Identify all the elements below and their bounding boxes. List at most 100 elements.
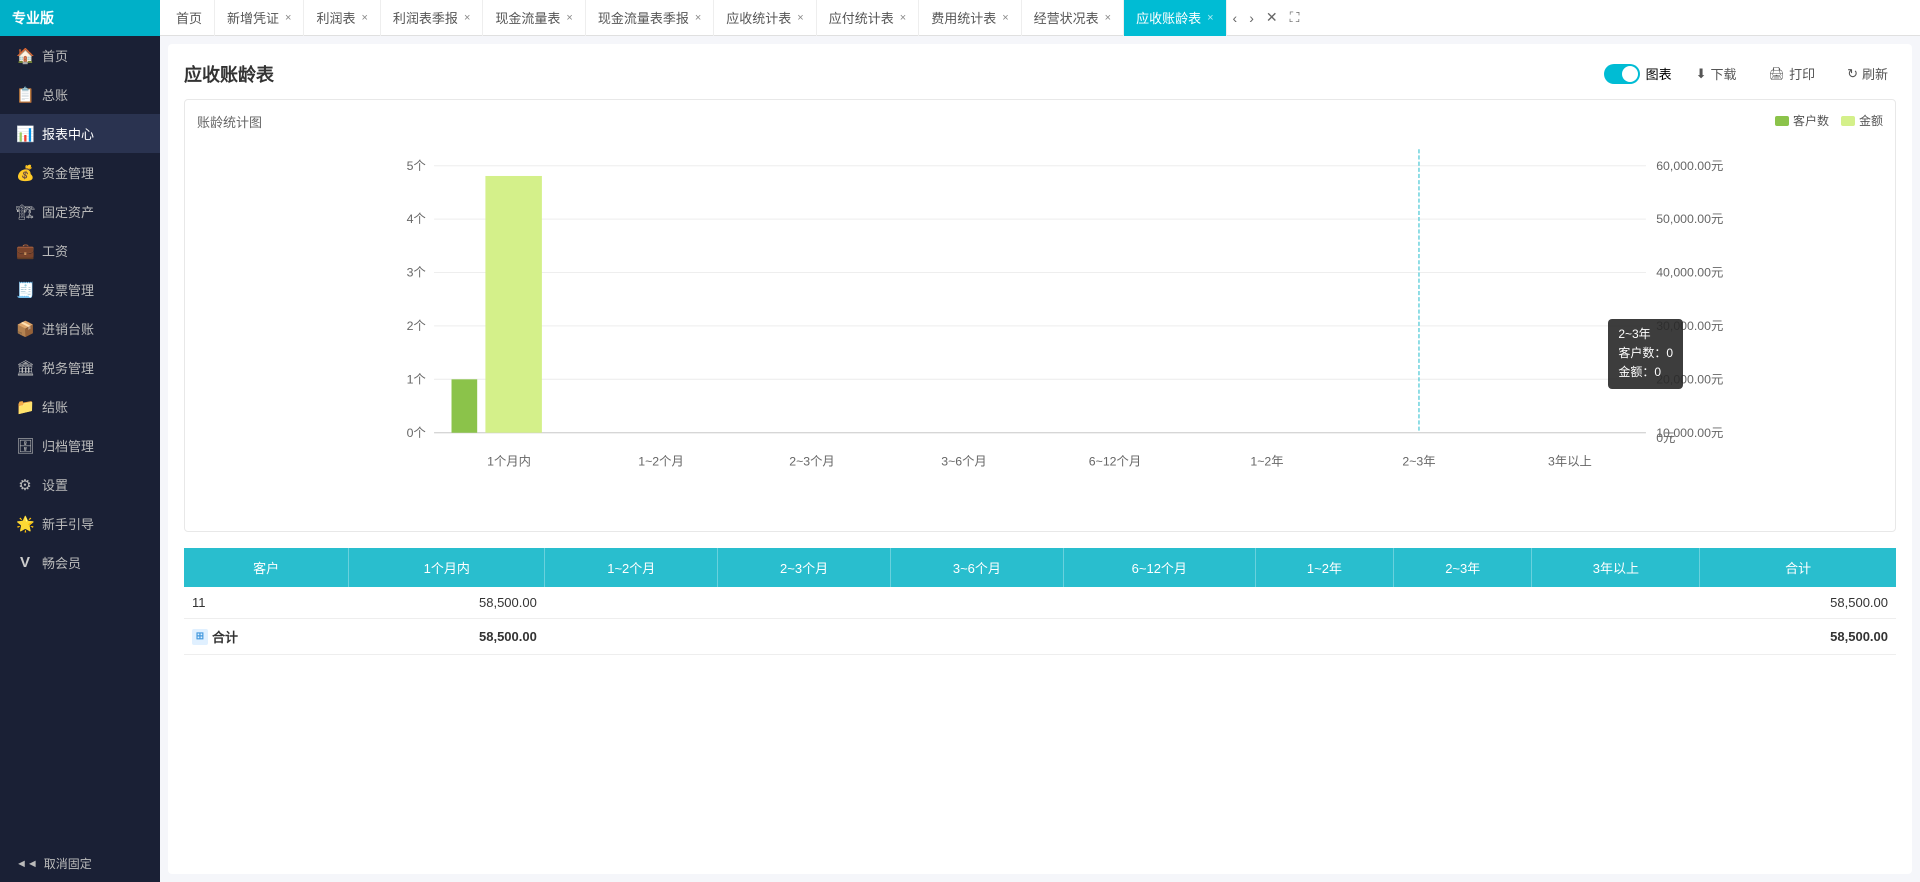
download-button[interactable]: ⬇ 下载 [1688,60,1745,87]
sidebar-item-home[interactable]: 🏠 首页 [0,36,160,75]
sidebar-item-label: 结账 [42,397,68,416]
tab-home[interactable]: 首页 [164,0,215,36]
tab-label: 应收统计表 [726,8,791,27]
total-m36 [890,619,1063,655]
cell-y23 [1394,587,1532,619]
sidebar-item-asset[interactable]: 🏗 固定资产 [0,192,160,231]
guide-icon: 🌟 [16,515,34,533]
sidebar-pin-toggle[interactable]: ◄◄ 取消固定 [0,845,160,882]
sidebar-item-salary[interactable]: 💼 工资 [0,231,160,270]
col-header-m23: 2~3个月 [718,548,891,587]
total-m12 [545,619,718,655]
tab-label: 利润表季报 [393,8,458,27]
tab-label: 费用统计表 [931,8,996,27]
legend-customers: 客户数 [1775,112,1829,129]
col-header-m1: 1个月内 [349,548,545,587]
sidebar-item-vip[interactable]: V 畅会员 [0,543,160,582]
total-m23 [718,619,891,655]
sidebar: 专业版 🏠 首页 📋 总账 📊 报表中心 💰 资金管理 🏗 固定资产 💼 工资 … [0,0,160,882]
sidebar-item-label: 设置 [42,475,68,494]
sidebar-item-close[interactable]: 📁 结账 [0,387,160,426]
tab-nav-next[interactable]: › [1243,0,1260,36]
tab-close-icon[interactable]: × [464,12,470,24]
sidebar-item-fund[interactable]: 💰 资金管理 [0,153,160,192]
sidebar-item-label: 固定资产 [42,202,94,221]
page-header: 应收账龄表 图表 ⬇ 下载 🖨 打印 ↻ 刷新 [184,60,1896,87]
tab-close-icon[interactable]: × [1105,12,1111,24]
tab-close-all[interactable]: ✕ [1260,0,1284,36]
cell-m612 [1063,587,1255,619]
tab-label: 现金流量表季报 [598,8,689,27]
toolbar: 图表 ⬇ 下载 🖨 打印 ↻ 刷新 [1604,60,1896,87]
svg-text:0个: 0个 [407,426,426,440]
refresh-label: 刷新 [1862,64,1888,83]
svg-text:6~12个月: 6~12个月 [1089,455,1141,469]
tab-operations[interactable]: 经营状况表 × [1022,0,1124,36]
tab-cashflow[interactable]: 现金流量表 × [483,0,585,36]
table-header-row: 客户 1个月内 1~2个月 2~3个月 3~6个月 6~12个月 1~2年 2~… [184,548,1896,587]
print-button[interactable]: 🖨 打印 [1761,60,1824,87]
svg-text:3个: 3个 [407,266,426,280]
sidebar-item-archive[interactable]: 🗄 归档管理 [0,426,160,465]
tab-bar: 首页 新增凭证 × 利润表 × 利润表季报 × 现金流量表 × 现金流量表季报 … [160,0,1920,36]
sidebar-item-label: 资金管理 [42,163,94,182]
invoice-icon: 🧾 [16,281,34,299]
tab-expense-stats[interactable]: 费用统计表 × [919,0,1021,36]
tab-receivable-aging[interactable]: 应收账龄表 × [1124,0,1226,36]
tab-close-icon[interactable]: × [361,12,367,24]
page-title: 应收账龄表 [184,61,274,87]
toggle-label: 图表 [1646,64,1672,83]
col-header-m36: 3~6个月 [890,548,1063,587]
tab-close-icon[interactable]: × [566,12,572,24]
svg-text:50,000.00元: 50,000.00元 [1656,212,1723,226]
ledger-icon: 📋 [16,86,34,104]
svg-text:1个月内: 1个月内 [487,455,531,469]
data-table: 客户 1个月内 1~2个月 2~3个月 3~6个月 6~12个月 1~2年 2~… [184,548,1896,655]
tab-new-voucher[interactable]: 新增凭证 × [215,0,304,36]
sidebar-item-label: 归档管理 [42,436,94,455]
sidebar-item-ledger[interactable]: 📋 总账 [0,75,160,114]
tab-maximize[interactable]: ⛶ [1284,0,1306,36]
svg-text:20,000.00元: 20,000.00元 [1656,372,1723,386]
sidebar-item-tax[interactable]: 🏛 税务管理 [0,348,160,387]
tab-nav-prev[interactable]: ‹ [1227,0,1244,36]
sidebar-item-settings[interactable]: ⚙ 设置 [0,465,160,504]
toggle-thumb [1622,66,1638,82]
tab-close-icon[interactable]: × [1207,12,1213,24]
table-total-row: ⊞ 合计 58,500.00 58,500.00 [184,619,1896,655]
cell-m1: 58,500.00 [349,587,545,619]
total-y23 [1394,619,1532,655]
sidebar-item-guide[interactable]: 🌟 新手引导 [0,504,160,543]
tab-profit-quarter[interactable]: 利润表季报 × [381,0,483,36]
settings-icon: ⚙ [16,476,34,494]
col-header-customer: 客户 [184,548,349,587]
chart-wrapper: 5个 4个 3个 2个 1个 0个 60,000.00元 50,000.00元 … [197,139,1883,519]
bar-chart: 5个 4个 3个 2个 1个 0个 60,000.00元 50,000.00元 … [197,139,1883,519]
sidebar-item-label: 报表中心 [42,124,94,143]
chart-toggle[interactable]: 图表 [1604,64,1672,84]
tab-profit[interactable]: 利润表 × [304,0,380,36]
total-m1: 58,500.00 [349,619,545,655]
sidebar-item-label: 畅会员 [42,553,81,572]
tab-cashflow-quarter[interactable]: 现金流量表季报 × [586,0,714,36]
sidebar-item-report[interactable]: 📊 报表中心 [0,114,160,153]
download-icon: ⬇ [1696,66,1707,82]
col-header-total: 合计 [1700,548,1896,587]
home-icon: 🏠 [16,47,34,65]
svg-text:1~2个月: 1~2个月 [638,455,684,469]
tab-close-icon[interactable]: × [695,12,701,24]
tab-close-icon[interactable]: × [1002,12,1008,24]
tab-close-icon[interactable]: × [797,12,803,24]
sidebar-item-invoice[interactable]: 🧾 发票管理 [0,270,160,309]
svg-text:2~3年: 2~3年 [1402,455,1435,469]
tab-receivable-stats[interactable]: 应收统计表 × [714,0,816,36]
cell-customer: 11 [184,587,349,619]
toggle-track[interactable] [1604,64,1640,84]
tab-close-icon[interactable]: × [900,12,906,24]
tab-payable-stats[interactable]: 应付统计表 × [817,0,919,36]
tab-close-icon[interactable]: × [285,12,291,24]
col-header-m12: 1~2个月 [545,548,718,587]
refresh-button[interactable]: ↻ 刷新 [1839,60,1896,87]
sidebar-item-purchase[interactable]: 📦 进销台账 [0,309,160,348]
sidebar-item-label: 总账 [42,85,68,104]
